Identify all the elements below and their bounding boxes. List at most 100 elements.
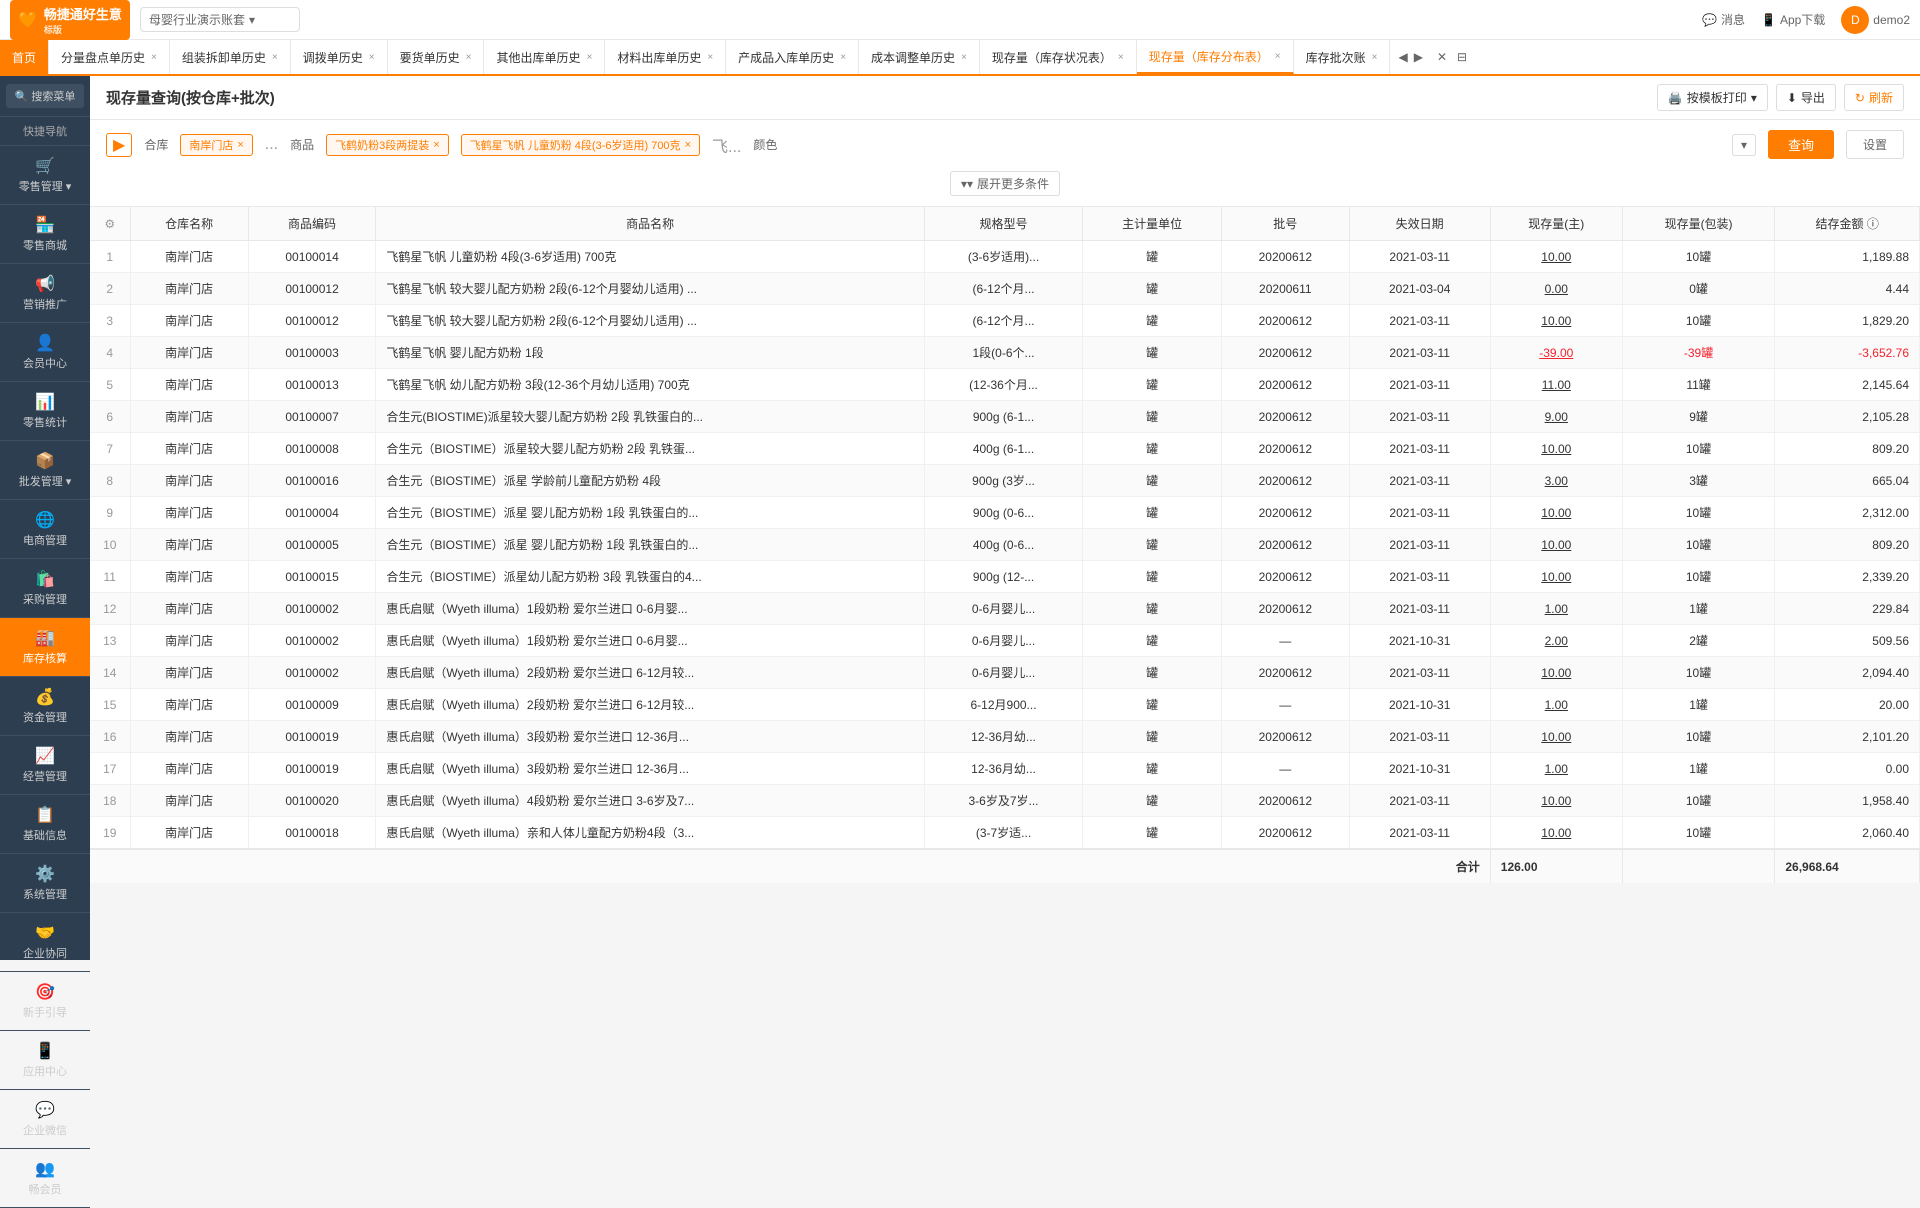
- cell-qty-main[interactable]: 10.00: [1490, 785, 1622, 817]
- tab-11[interactable]: 库存批次账 ×: [1294, 40, 1391, 74]
- cell-qty-main[interactable]: 9.00: [1490, 401, 1622, 433]
- qty-main-value[interactable]: 10.00: [1541, 442, 1571, 456]
- search-button[interactable]: 查询: [1768, 130, 1834, 159]
- tab-1[interactable]: 分量盘点单历史 ×: [49, 40, 170, 74]
- sidebar-item-inventory[interactable]: 🏭 库存核算: [0, 618, 90, 677]
- tab-5[interactable]: 其他出库单历史 ×: [484, 40, 605, 74]
- qty-main-value[interactable]: -39.00: [1539, 346, 1573, 360]
- qty-main-value[interactable]: 1.00: [1545, 602, 1568, 616]
- cell-qty-main[interactable]: 10.00: [1490, 657, 1622, 689]
- qty-main-value[interactable]: 10.00: [1541, 250, 1571, 264]
- cell-qty-main[interactable]: 10.00: [1490, 305, 1622, 337]
- cell-qty-main[interactable]: 11.00: [1490, 369, 1622, 401]
- sidebar-item-ecommerce[interactable]: 🌐 电商管理: [0, 500, 90, 559]
- sidebar-item-enterprise[interactable]: 🤝 企业协同: [0, 913, 90, 972]
- industry-select[interactable]: 母婴行业演示账套 ▾: [140, 7, 300, 32]
- sidebar-item-wechat[interactable]: 💬 企业微信: [0, 1090, 90, 1149]
- sidebar-item-member[interactable]: 👤 会员中心: [0, 323, 90, 382]
- tab-2[interactable]: 组装拆卸单历史 ×: [170, 40, 291, 74]
- cell-qty-main[interactable]: 0.00: [1490, 273, 1622, 305]
- qty-main-value[interactable]: 10.00: [1541, 538, 1571, 552]
- cell-qty-main[interactable]: 10.00: [1490, 497, 1622, 529]
- sidebar-item-retail-shop[interactable]: 🏪 零售商城: [0, 205, 90, 264]
- tab-9[interactable]: 现存量（库存状况表） ×: [980, 40, 1137, 74]
- qty-main-value[interactable]: 3.00: [1545, 474, 1568, 488]
- tab-11-close[interactable]: ×: [1372, 52, 1378, 63]
- tab-9-close[interactable]: ×: [1118, 52, 1124, 63]
- col-settings[interactable]: ⚙: [90, 207, 130, 241]
- sidebar-item-guide[interactable]: 🎯 新手引导: [0, 972, 90, 1031]
- cell-qty-main[interactable]: 1.00: [1490, 689, 1622, 721]
- sidebar-item-purchase[interactable]: 🛍️ 采购管理: [0, 559, 90, 618]
- tab-7-close[interactable]: ×: [840, 52, 846, 63]
- tab-8[interactable]: 成本调整单历史 ×: [859, 40, 980, 74]
- warehouse-tag-remove[interactable]: ×: [237, 139, 243, 151]
- tab-8-close[interactable]: ×: [961, 52, 967, 63]
- filter-toggle-btn[interactable]: ▶: [106, 133, 132, 157]
- qty-main-value[interactable]: 9.00: [1545, 410, 1568, 424]
- tab-5-close[interactable]: ×: [586, 52, 592, 63]
- tab-prev-arrow[interactable]: ◀: [1396, 48, 1409, 66]
- cell-qty-main[interactable]: -39.00: [1490, 337, 1622, 369]
- cell-qty-main[interactable]: 10.00: [1490, 561, 1622, 593]
- refresh-button[interactable]: ↻ 刷新: [1844, 84, 1904, 111]
- tab-3-close[interactable]: ×: [369, 52, 375, 63]
- sidebar-item-marketing[interactable]: 📢 营销推广: [0, 264, 90, 323]
- settings-button[interactable]: 设置: [1846, 130, 1904, 159]
- settings-gear-icon[interactable]: ⚙: [104, 217, 115, 231]
- search-menu-input[interactable]: 🔍 搜索菜单: [6, 84, 84, 108]
- sidebar-item-system[interactable]: ⚙️ 系统管理: [0, 854, 90, 913]
- qty-main-value[interactable]: 10.00: [1541, 506, 1571, 520]
- cell-qty-main[interactable]: 10.00: [1490, 241, 1622, 273]
- qty-main-value[interactable]: 10.00: [1541, 570, 1571, 584]
- tab-2-close[interactable]: ×: [272, 52, 278, 63]
- qty-main-value[interactable]: 2.00: [1545, 634, 1568, 648]
- close-all-tabs[interactable]: ✕: [1431, 50, 1453, 64]
- product-tag-2-remove[interactable]: ×: [685, 139, 691, 151]
- qty-main-value[interactable]: 10.00: [1541, 794, 1571, 808]
- sidebar-item-app-center[interactable]: 📱 应用中心: [0, 1031, 90, 1090]
- tab-10-close[interactable]: ×: [1275, 51, 1281, 62]
- tab-menu-btn[interactable]: ⊟: [1453, 50, 1471, 64]
- app-download-btn[interactable]: 📱 App下载: [1761, 11, 1825, 28]
- tab-home[interactable]: 首页: [0, 40, 49, 74]
- cell-qty-main[interactable]: 10.00: [1490, 817, 1622, 850]
- warehouse-filter-more[interactable]: ...: [265, 136, 278, 154]
- cell-qty-main[interactable]: 10.00: [1490, 529, 1622, 561]
- color-filter-arrow[interactable]: ▾: [1732, 134, 1756, 156]
- sidebar-item-wholesale[interactable]: 📦 批发管理 ▾: [0, 441, 90, 500]
- product-filter-more[interactable]: 飞...: [712, 133, 741, 157]
- tab-3[interactable]: 调拨单历史 ×: [291, 40, 388, 74]
- tab-1-close[interactable]: ×: [151, 52, 157, 63]
- cell-qty-main[interactable]: 3.00: [1490, 465, 1622, 497]
- export-button[interactable]: ⬇ 导出: [1776, 84, 1836, 111]
- sidebar-item-retail-mgmt[interactable]: 🛒 零售管理 ▾: [0, 146, 90, 205]
- tab-7[interactable]: 产成品入库单历史 ×: [726, 40, 859, 74]
- sidebar-item-basic-info[interactable]: 📋 基础信息: [0, 795, 90, 854]
- message-btn[interactable]: 💬 消息: [1702, 11, 1745, 28]
- qty-main-value[interactable]: 1.00: [1545, 762, 1568, 776]
- cell-qty-main[interactable]: 2.00: [1490, 625, 1622, 657]
- qty-main-value[interactable]: 10.00: [1541, 314, 1571, 328]
- qty-main-value[interactable]: 10.00: [1541, 666, 1571, 680]
- sidebar-item-operation[interactable]: 📈 经营管理: [0, 736, 90, 795]
- qty-main-value[interactable]: 10.00: [1541, 826, 1571, 840]
- tab-4[interactable]: 要货单历史 ×: [388, 40, 485, 74]
- tab-10[interactable]: 现存量（库存分布表） ×: [1137, 40, 1294, 74]
- cell-qty-main[interactable]: 10.00: [1490, 433, 1622, 465]
- tab-next-arrow[interactable]: ▶: [1412, 48, 1425, 66]
- qty-main-value[interactable]: 1.00: [1545, 698, 1568, 712]
- tab-6-close[interactable]: ×: [707, 52, 713, 63]
- product-tag-1-remove[interactable]: ×: [433, 139, 439, 151]
- tab-6[interactable]: 材料出库单历史 ×: [605, 40, 726, 74]
- qty-main-value[interactable]: 0.00: [1545, 282, 1568, 296]
- cell-qty-main[interactable]: 1.00: [1490, 593, 1622, 625]
- qty-main-value[interactable]: 10.00: [1541, 730, 1571, 744]
- sidebar-item-retail-stats[interactable]: 📊 零售统计: [0, 382, 90, 441]
- cell-qty-main[interactable]: 1.00: [1490, 753, 1622, 785]
- sidebar-item-member2[interactable]: 👥 畅会员: [0, 1149, 90, 1208]
- qty-main-value[interactable]: 11.00: [1542, 378, 1571, 392]
- sidebar-item-finance[interactable]: 💰 资金管理: [0, 677, 90, 736]
- cell-qty-main[interactable]: 10.00: [1490, 721, 1622, 753]
- tab-4-close[interactable]: ×: [466, 52, 472, 63]
